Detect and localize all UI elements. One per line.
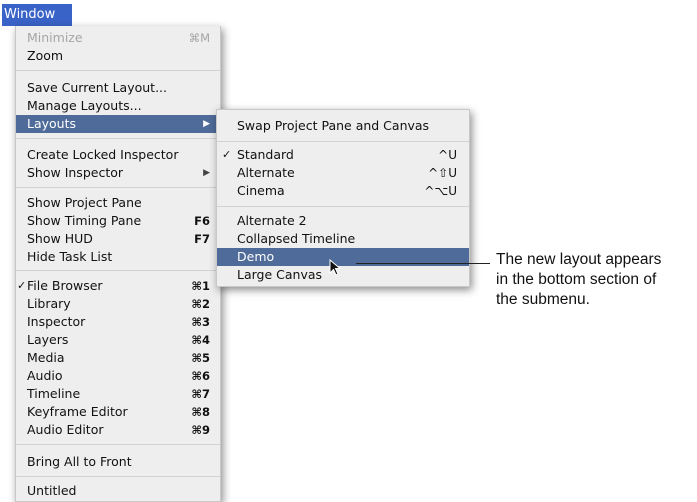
shortcut-label: ⌘6 <box>191 369 210 383</box>
shortcut-label: ^U <box>438 148 457 162</box>
menu-item-show-hud[interactable]: Show HUD F7 <box>16 230 220 248</box>
checkmark-icon: ✓ <box>222 148 232 161</box>
submenu-item-alternate[interactable]: Alternate ^⇧U <box>217 164 469 182</box>
menu-item-label: Collapsed Timeline <box>237 231 356 246</box>
submenu-arrow-icon: ▶ <box>203 168 210 178</box>
menu-separator <box>16 476 220 477</box>
menu-item-minimize: Minimize ⌘M <box>16 29 220 47</box>
menu-item-label: Hide Task List <box>27 249 113 264</box>
menu-separator <box>16 138 220 139</box>
shortcut-label: ⌘2 <box>191 297 210 311</box>
menu-item-keyframe-editor[interactable]: Keyframe Editor ⌘8 <box>16 403 220 421</box>
menu-item-timeline[interactable]: Timeline ⌘7 <box>16 385 220 403</box>
callout-text: The new layout appears in the bottom sec… <box>496 250 696 310</box>
shortcut-label: ⌘5 <box>191 351 210 365</box>
menu-separator <box>16 70 220 71</box>
menu-item-label: Media <box>27 350 65 365</box>
submenu-arrow-icon: ▶ <box>203 119 210 129</box>
shortcut-label: ^⇧U <box>428 166 457 180</box>
menu-separator <box>16 444 220 445</box>
menu-item-show-timing-pane[interactable]: Show Timing Pane F6 <box>16 212 220 230</box>
submenu-item-collapsed-timeline[interactable]: Collapsed Timeline <box>217 230 469 248</box>
menu-item-label: Timeline <box>27 386 81 401</box>
window-menu-title[interactable]: Window <box>2 4 72 26</box>
menu-item-untitled[interactable]: Untitled <box>16 482 220 500</box>
shortcut-label: F6 <box>194 214 210 228</box>
window-menu: Minimize ⌘M Zoom Save Current Layout... … <box>15 26 221 502</box>
layouts-submenu: Swap Project Pane and Canvas ✓ Standard … <box>216 109 470 287</box>
menu-item-label: Minimize <box>27 30 83 45</box>
menu-separator <box>16 270 220 271</box>
menu-item-label: Keyframe Editor <box>27 404 128 419</box>
menu-separator <box>16 187 220 188</box>
menu-item-audio-editor[interactable]: Audio Editor ⌘9 <box>16 421 220 439</box>
menu-item-label: Zoom <box>27 48 64 63</box>
menu-item-label: Swap Project Pane and Canvas <box>237 118 430 133</box>
menu-item-manage-layouts[interactable]: Manage Layouts... <box>16 97 220 115</box>
menu-item-label: Cinema <box>237 183 285 198</box>
submenu-item-large-canvas[interactable]: Large Canvas <box>217 266 469 284</box>
menu-item-audio[interactable]: Audio ⌘6 <box>16 367 220 385</box>
menu-item-label: Create Locked Inspector <box>27 147 179 162</box>
menu-separator <box>217 206 469 207</box>
menu-item-label: Layers <box>27 332 69 347</box>
menu-item-label: File Browser <box>27 278 103 293</box>
menu-item-label: Audio <box>27 368 63 383</box>
menu-item-label: Audio Editor <box>27 422 104 437</box>
menu-item-layouts[interactable]: Layouts ▶ <box>16 115 220 133</box>
menu-item-zoom[interactable]: Zoom <box>16 47 220 65</box>
menu-separator <box>217 141 469 142</box>
menu-item-show-inspector[interactable]: Show Inspector ▶ <box>16 164 220 182</box>
submenu-item-alternate-2[interactable]: Alternate 2 <box>217 212 469 230</box>
menu-item-label: Large Canvas <box>237 267 323 282</box>
shortcut-label: ⌘7 <box>191 387 210 401</box>
shortcut-label: ⌘3 <box>191 315 210 329</box>
submenu-item-cinema[interactable]: Cinema ^⌥U <box>217 182 469 200</box>
menu-item-label: Demo <box>237 249 275 264</box>
shortcut-label: ^⌥U <box>424 184 457 198</box>
submenu-item-standard[interactable]: ✓ Standard ^U <box>217 146 469 164</box>
callout-line: in the bottom section of <box>496 271 657 288</box>
menu-item-media[interactable]: Media ⌘5 <box>16 349 220 367</box>
menu-item-label: Show Timing Pane <box>27 213 142 228</box>
menu-item-library[interactable]: Library ⌘2 <box>16 295 220 313</box>
menu-item-create-locked-inspector[interactable]: Create Locked Inspector <box>16 146 220 164</box>
callout-line: the submenu. <box>496 291 590 308</box>
menu-item-save-current-layout[interactable]: Save Current Layout... <box>16 79 220 97</box>
menu-item-layers[interactable]: Layers ⌘4 <box>16 331 220 349</box>
shortcut-label: ⌘9 <box>191 423 210 437</box>
menu-item-file-browser[interactable]: ✓ File Browser ⌘1 <box>16 277 220 295</box>
menu-item-show-project-pane[interactable]: Show Project Pane <box>16 194 220 212</box>
menu-item-label: Alternate <box>237 165 295 180</box>
shortcut-label: ⌘4 <box>191 333 210 347</box>
callout-leader-line <box>356 263 490 264</box>
shortcut-label: ⌘1 <box>191 279 210 293</box>
menu-item-bring-all-to-front[interactable]: Bring All to Front <box>16 453 220 471</box>
callout-line: The new layout appears <box>496 251 662 268</box>
menu-item-label: Standard <box>237 147 294 162</box>
menu-item-label: Inspector <box>27 314 86 329</box>
menu-item-label: Show Inspector <box>27 165 124 180</box>
shortcut-label: ⌘8 <box>191 405 210 419</box>
menu-item-label: Show Project Pane <box>27 195 142 210</box>
mouse-pointer-icon <box>329 259 342 276</box>
menu-item-label: Bring All to Front <box>27 454 132 469</box>
menu-item-label: Save Current Layout... <box>27 80 167 95</box>
menu-item-label: Library <box>27 296 71 311</box>
submenu-item-swap-project-pane-and-canvas[interactable]: Swap Project Pane and Canvas <box>217 117 469 135</box>
menu-item-inspector[interactable]: Inspector ⌘3 <box>16 313 220 331</box>
menu-item-label: Untitled <box>27 483 77 498</box>
menu-item-label: Layouts <box>27 116 77 131</box>
shortcut-label: ⌘M <box>188 31 210 45</box>
menu-item-label: Manage Layouts... <box>27 98 142 113</box>
menu-item-hide-task-list[interactable]: Hide Task List <box>16 248 220 266</box>
shortcut-label: F7 <box>194 232 210 246</box>
menu-item-label: Alternate 2 <box>237 213 307 228</box>
menu-item-label: Show HUD <box>27 231 93 246</box>
checkmark-icon: ✓ <box>17 279 27 292</box>
